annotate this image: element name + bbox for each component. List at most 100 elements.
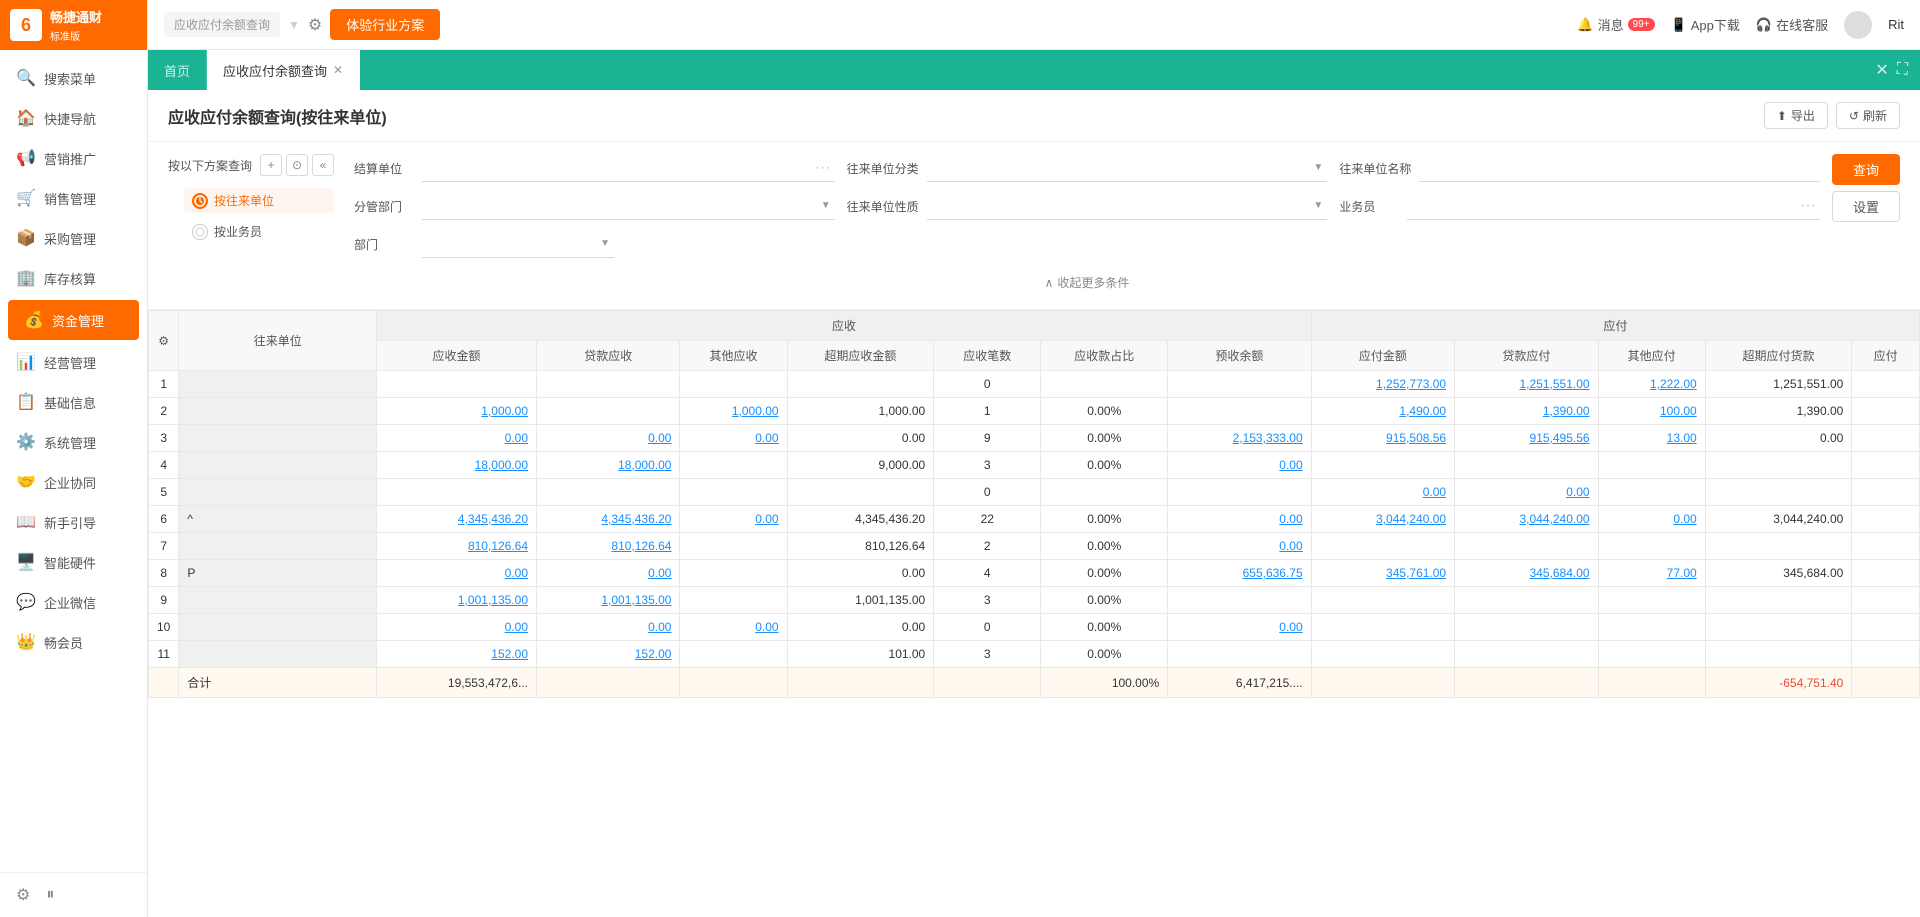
cell-link[interactable]: 0.00 <box>1673 512 1696 526</box>
user-name[interactable]: Rit <box>1888 17 1904 32</box>
cell-link[interactable]: 18,000.00 <box>618 458 671 472</box>
cell-link[interactable]: 0.00 <box>755 431 778 445</box>
sidebar-item-quicknav[interactable]: 🏠 快捷导航 <box>0 98 147 138</box>
gear-icon[interactable]: ⚙ <box>16 885 30 905</box>
cell-link[interactable]: 915,495.56 <box>1530 431 1590 445</box>
cell-link[interactable]: 2,153,333.00 <box>1233 431 1303 445</box>
cell-link[interactable]: 0.00 <box>505 620 528 634</box>
cell-link[interactable]: 810,126.64 <box>468 539 528 553</box>
cell-link[interactable]: 1,252,773.00 <box>1376 377 1446 391</box>
cell-link[interactable]: 0.00 <box>1279 458 1302 472</box>
th-gear[interactable]: ⚙ <box>149 311 179 371</box>
cell-link[interactable]: 1,222.00 <box>1650 377 1697 391</box>
sidebar-item-system[interactable]: ⚙️ 系统管理 <box>0 422 147 462</box>
industry-btn[interactable]: 体验行业方案 <box>330 9 440 40</box>
cell-link[interactable]: 0.00 <box>648 620 671 634</box>
table-settings-icon[interactable]: ⚙ <box>158 334 169 348</box>
notification-btn[interactable]: 🔔 消息 99+ <box>1577 15 1654 34</box>
online-service-btn[interactable]: 🎧 在线客服 <box>1756 15 1828 34</box>
cell-link[interactable]: 0.00 <box>755 620 778 634</box>
cell-link[interactable]: 0.00 <box>505 566 528 580</box>
cell-link[interactable]: 0.00 <box>1566 485 1589 499</box>
cell-link[interactable]: 915,508.56 <box>1386 431 1446 445</box>
query-btn[interactable]: 查询 <box>1832 154 1900 185</box>
sidebar-item-guide[interactable]: 📖 新手引导 <box>0 502 147 542</box>
sidebar-label: 畅会员 <box>44 633 83 652</box>
sidebar-item-hardware[interactable]: 🖥️ 智能硬件 <box>0 542 147 582</box>
cell-link[interactable]: 0.00 <box>1423 485 1446 499</box>
cell-link[interactable]: 345,684.00 <box>1530 566 1590 580</box>
sidebar-item-member[interactable]: 👑 畅会员 <box>0 622 147 662</box>
partner-name-input[interactable] <box>1419 154 1820 182</box>
cell-link[interactable]: 655,636.75 <box>1243 566 1303 580</box>
partner-nature-input[interactable]: ▼ <box>927 192 1328 220</box>
cell-link[interactable]: 1,251,551.00 <box>1519 377 1589 391</box>
sidebar-item-wechat[interactable]: 💬 企业微信 <box>0 582 147 622</box>
collapse-scheme-btn[interactable]: « <box>312 154 334 176</box>
tab-receivable[interactable]: 应收应付余额查询 ✕ <box>207 50 360 90</box>
row-no: 11 <box>149 641 179 668</box>
edit-scheme-btn[interactable]: ⊙ <box>286 154 308 176</box>
sidebar-footer: ⚙ ⏸ <box>0 872 147 917</box>
cell-link[interactable]: 3,044,240.00 <box>1376 512 1446 526</box>
filter-area: 按以下方案查询 + ⊙ « 按往来单位 <box>148 142 1920 310</box>
maximize-icon[interactable]: ⛶ <box>1897 61 1908 79</box>
refresh-btn[interactable]: ↺ 刷新 <box>1836 102 1900 129</box>
cell-link[interactable]: 152.00 <box>635 647 672 661</box>
user-avatar[interactable] <box>1844 11 1872 39</box>
refresh-label: 刷新 <box>1863 107 1887 124</box>
cell-link[interactable]: 0.00 <box>648 566 671 580</box>
cell-link[interactable]: 100.00 <box>1660 404 1697 418</box>
export-btn[interactable]: ⬆ 导出 <box>1764 102 1828 129</box>
cell-link[interactable]: 4,345,436.20 <box>601 512 671 526</box>
cell-link[interactable]: 1,001,135.00 <box>601 593 671 607</box>
cell-link[interactable]: 0.00 <box>648 431 671 445</box>
branch-dept-input[interactable]: ▼ <box>422 192 835 220</box>
tab-close-btn[interactable]: ✕ <box>333 63 343 77</box>
department-input[interactable]: ▼ <box>422 230 614 258</box>
collapse-btn[interactable]: ∧ 收起更多条件 <box>354 268 1820 297</box>
sidebar-item-sales[interactable]: 🛒 销售管理 <box>0 178 147 218</box>
filter-option-partner[interactable]: 按往来单位 <box>184 188 334 213</box>
collapse-icon[interactable]: ⏸ <box>46 886 54 904</box>
cell-link[interactable]: 18,000.00 <box>475 458 528 472</box>
cell-link[interactable]: 1,390.00 <box>1543 404 1590 418</box>
cell-link[interactable]: 0.00 <box>1279 512 1302 526</box>
cell-link[interactable]: 0.00 <box>505 431 528 445</box>
cell-link[interactable]: 1,490.00 <box>1399 404 1446 418</box>
sidebar-item-operations[interactable]: 📊 经营管理 <box>0 342 147 382</box>
settings-icon[interactable]: ⚙ <box>308 15 322 35</box>
cell-link[interactable]: 345,761.00 <box>1386 566 1446 580</box>
cell-link[interactable]: 1,000.00 <box>481 404 528 418</box>
table-container[interactable]: ⚙ 往来单位 应收 应付 应收金额 贷款应收 其他应收 超期应收金额 应收笔数 … <box>148 310 1920 917</box>
filter-settings-btn[interactable]: 设置 <box>1832 191 1900 222</box>
partner-category-input[interactable]: ▼ <box>927 154 1328 182</box>
table-row: 11 152.00 152.00 101.00 3 0.00% <box>149 641 1920 668</box>
sidebar-item-search[interactable]: 🔍 搜索菜单 <box>0 58 147 98</box>
sidebar-item-corp[interactable]: 🤝 企业协同 <box>0 462 147 502</box>
app-download-btn[interactable]: 📱 App下载 <box>1671 15 1740 34</box>
tab-home[interactable]: 首页 <box>148 50 207 90</box>
sidebar-item-inventory[interactable]: 🏢 库存核算 <box>0 258 147 298</box>
row-ar-other <box>680 452 787 479</box>
cell-link[interactable]: 4,345,436.20 <box>458 512 528 526</box>
add-scheme-btn[interactable]: + <box>260 154 282 176</box>
cell-link[interactable]: 152.00 <box>491 647 528 661</box>
cell-link[interactable]: 77.00 <box>1667 566 1697 580</box>
sidebar-item-purchase[interactable]: 📦 采购管理 <box>0 218 147 258</box>
cell-link[interactable]: 1,000.00 <box>732 404 779 418</box>
sidebar-item-finance[interactable]: 💰 资金管理 <box>8 300 139 340</box>
close-window-icon[interactable]: ✕ <box>1875 60 1888 80</box>
cell-link[interactable]: 0.00 <box>1279 539 1302 553</box>
cell-link[interactable]: 13.00 <box>1667 431 1697 445</box>
cell-link[interactable]: 3,044,240.00 <box>1519 512 1589 526</box>
settlement-unit-input[interactable]: ··· <box>422 154 835 182</box>
cell-link[interactable]: 810,126.64 <box>611 539 671 553</box>
salesperson-input[interactable]: ··· <box>1407 192 1820 220</box>
sidebar-item-basic[interactable]: 📋 基础信息 <box>0 382 147 422</box>
cell-link[interactable]: 1,001,135.00 <box>458 593 528 607</box>
filter-option-salesperson[interactable]: 按业务员 <box>184 219 334 244</box>
cell-link[interactable]: 0.00 <box>1279 620 1302 634</box>
cell-link[interactable]: 0.00 <box>755 512 778 526</box>
sidebar-item-marketing[interactable]: 📢 营销推广 <box>0 138 147 178</box>
